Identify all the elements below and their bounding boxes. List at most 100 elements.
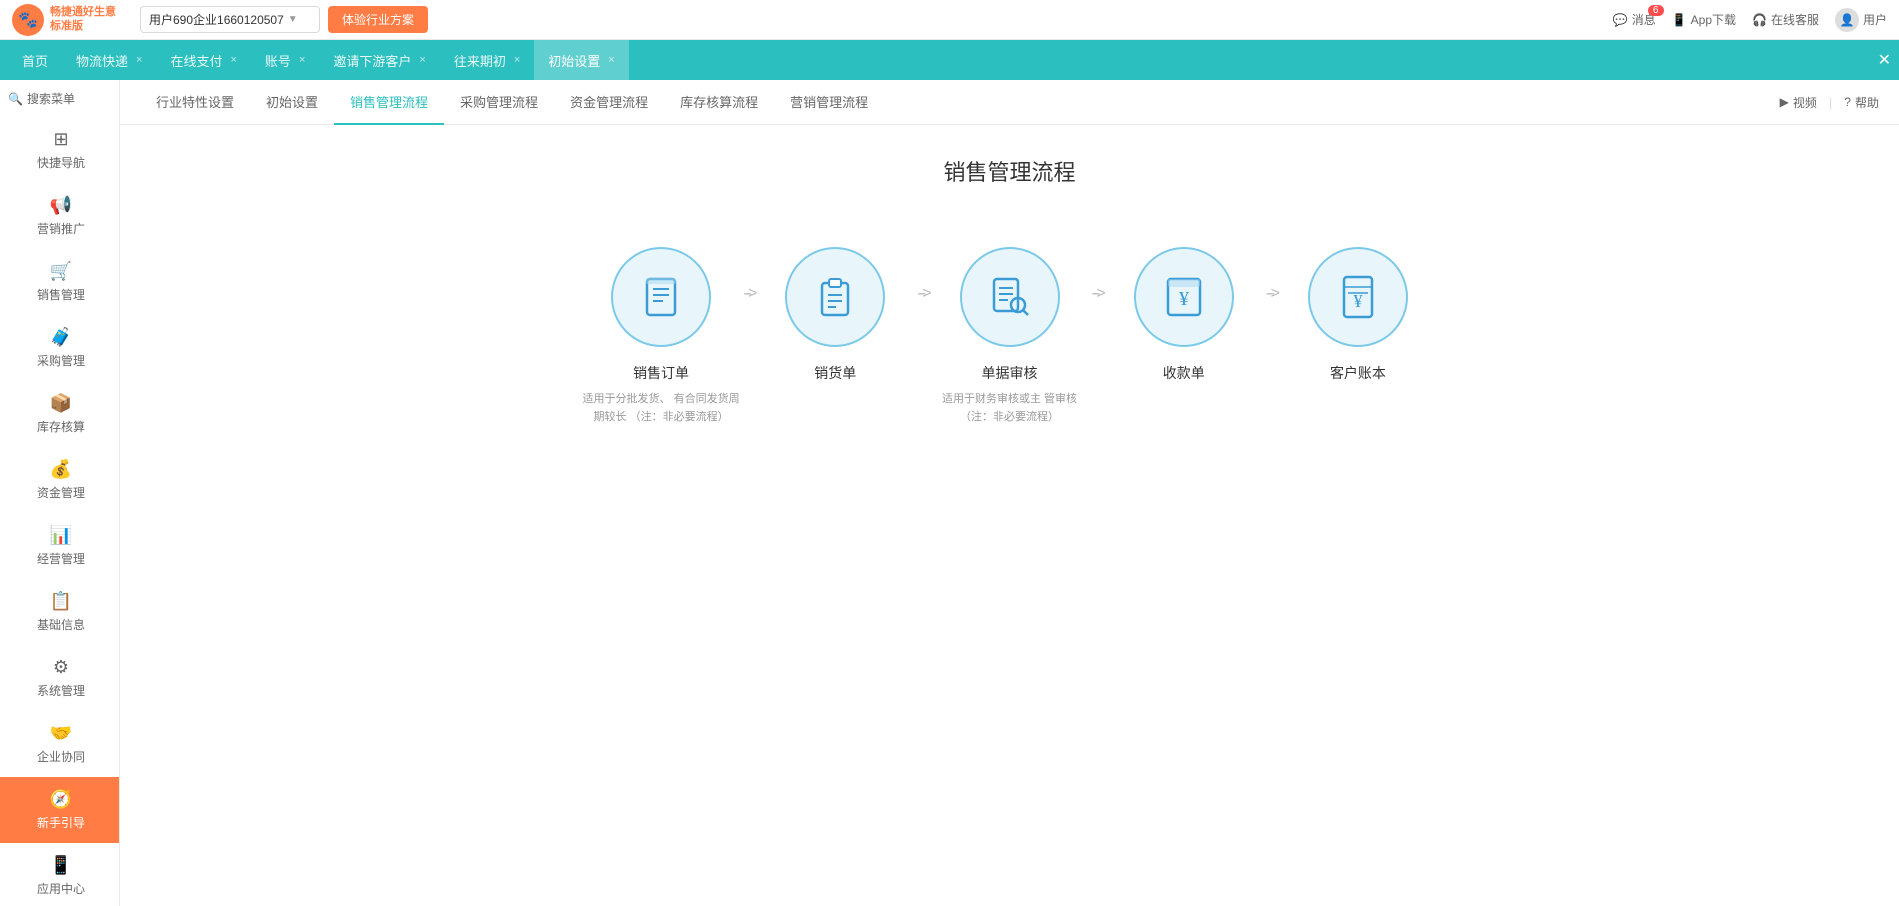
sidebar-icon-new-user-guide: 🧭 (50, 789, 72, 810)
sidebar-item-new-user-guide[interactable]: 🧭 新手引导 (0, 777, 119, 843)
flow-item-customer-account: ¥ 客户账本 (1278, 247, 1438, 391)
close-tab-icon[interactable]: × (419, 54, 425, 66)
user-menu[interactable]: 👤 用户 (1835, 8, 1887, 32)
message-icon: 💬 (1613, 13, 1628, 27)
close-tab-icon[interactable]: × (136, 54, 142, 66)
close-tab-icon[interactable]: × (299, 54, 305, 66)
sidebar-icon-enterprise-collab: 🤝 (50, 723, 72, 744)
sidebar-icon-inventory: 📦 (50, 393, 72, 414)
close-all-tabs-button[interactable]: ✕ (1878, 50, 1891, 70)
help-button[interactable]: ? 帮助 (1844, 94, 1879, 111)
sub-tab-销售管理流程[interactable]: 销售管理流程 (334, 80, 444, 125)
sidebar-label-new-user-guide: 新手引导 (37, 814, 85, 831)
message-button[interactable]: 💬 消息 6 (1613, 11, 1656, 28)
flow-circle-sales-invoice (785, 247, 885, 347)
sidebar-item-operations-mgmt[interactable]: 📊 经营管理 (0, 513, 119, 579)
app-download-button[interactable]: 📱 App下载 (1672, 11, 1736, 28)
sidebar-label-system-mgmt: 系统管理 (37, 682, 85, 699)
avatar: 👤 (1835, 8, 1859, 32)
sidebar-item-finance-mgmt[interactable]: 💰 资金管理 (0, 447, 119, 513)
sidebar-icon-operations-mgmt: 📊 (50, 525, 72, 546)
search-icon: 🔍 (8, 92, 23, 106)
sidebar-item-inventory[interactable]: 📦库存核算 (0, 381, 119, 447)
sub-tab-营销管理流程[interactable]: 营销管理流程 (774, 80, 884, 125)
sidebar-item-enterprise-collab[interactable]: 🤝 企业协同 (0, 711, 119, 777)
logo: 🐾 畅捷通好生意 标准版 (12, 4, 132, 36)
close-tab-icon[interactable]: × (514, 54, 520, 66)
close-tab-icon[interactable]: × (608, 54, 614, 66)
logo-icon: 🐾 (12, 4, 44, 36)
svg-text:¥: ¥ (1353, 291, 1362, 311)
page-title: 销售管理流程 (160, 155, 1859, 187)
search-menu-button[interactable]: 🔍 搜索菜单 (0, 80, 119, 117)
sub-tabs-bar: 行业特性设置初始设置销售管理流程采购管理流程资金管理流程库存核算流程营销管理流程… (120, 80, 1899, 125)
sidebar-icon-sales-mgmt: 🛒 (50, 261, 72, 282)
sidebar-label-operations-mgmt: 经营管理 (37, 550, 85, 567)
flow-item-receipt: ¥ 收款单 (1104, 247, 1264, 391)
sidebar-label-sales-mgmt: 销售管理 (37, 286, 85, 303)
sidebar-label-app-center: 应用中心 (37, 880, 85, 897)
close-tab-icon[interactable]: × (230, 54, 236, 66)
sub-tab-采购管理流程[interactable]: 采购管理流程 (444, 80, 554, 125)
flow-item-sales-order: 销售订单适用于分批发货、 有合同发货周期较长 （注：非必要流程） (581, 247, 741, 426)
sidebar: 🔍 搜索菜单 ⊞快捷导航 📢 营销推广 🛒 销售管理 🧳 采购管理 📦库存核算 💰 资金管理 📊 经营… (0, 80, 120, 906)
content-area: 行业特性设置初始设置销售管理流程采购管理流程资金管理流程库存核算流程营销管理流程… (120, 80, 1899, 906)
sidebar-label-enterprise-collab: 企业协同 (37, 748, 85, 765)
sidebar-icon-marketing-promo: 📢 (50, 195, 72, 216)
sidebar-label-purchase-mgmt: 采购管理 (37, 352, 85, 369)
sidebar-item-app-center[interactable]: 📱 应用中心 (0, 843, 119, 906)
nav-tab-首页[interactable]: 首页 (8, 40, 62, 80)
sidebar-icon-finance-mgmt: 💰 (50, 459, 72, 480)
flow-circle-document-review (960, 247, 1060, 347)
nav-tab-邀请下游客户[interactable]: 邀请下游客户× (319, 40, 439, 80)
sidebar-item-sales-mgmt[interactable]: 🛒 销售管理 (0, 249, 119, 315)
sub-tab-行业特性设置[interactable]: 行业特性设置 (140, 80, 250, 125)
sub-tab-库存核算流程[interactable]: 库存核算流程 (664, 80, 774, 125)
flow-label-document-review: 单据审核 (982, 363, 1038, 383)
flow-circle-receipt: ¥ (1134, 247, 1234, 347)
page-content: 销售管理流程 销售订单适用于分批发货、 有合同发货周期较长 （注：非必要流程） -… (120, 125, 1899, 906)
online-service-button[interactable]: 🎧 在线客服 (1752, 11, 1819, 28)
play-icon: ▶ (1780, 95, 1789, 109)
nav-tab-在线支付[interactable]: 在线支付× (156, 40, 250, 80)
question-icon: ? (1844, 95, 1851, 109)
svg-text:¥: ¥ (1179, 288, 1189, 310)
sidebar-label-finance-mgmt: 资金管理 (37, 484, 85, 501)
flow-item-sales-invoice: 销货单 (755, 247, 915, 391)
flow-circle-customer-account: ¥ (1308, 247, 1408, 347)
sidebar-item-system-mgmt[interactable]: ⚙ 系统管理 (0, 645, 119, 711)
sidebar-label-marketing-promo: 营销推广 (37, 220, 85, 237)
sidebar-item-basic-info[interactable]: 📋 基础信息 (0, 579, 119, 645)
logo-text: 畅捷通好生意 标准版 (50, 6, 116, 32)
chevron-down-icon: ▼ (288, 14, 298, 25)
sidebar-item-purchase-mgmt[interactable]: 🧳 采购管理 (0, 315, 119, 381)
nav-tab-往来期初[interactable]: 往来期初× (440, 40, 534, 80)
flow-label-customer-account: 客户账本 (1330, 363, 1386, 383)
sub-tab-初始设置[interactable]: 初始设置 (250, 80, 334, 125)
flow-arrow-2: - - -> (1092, 247, 1102, 303)
nav-tab-初始设置[interactable]: 初始设置× (534, 40, 628, 80)
flow-item-document-review: 单据审核适用于财务审核或主 管审核 （注：非必要流程） (930, 247, 1090, 426)
sidebar-icon-app-center: 📱 (50, 855, 72, 876)
sidebar-icon-purchase-mgmt: 🧳 (50, 327, 72, 348)
sidebar-item-marketing-promo[interactable]: 📢 营销推广 (0, 183, 119, 249)
user-selector[interactable]: 用户690企业1660120507 ▼ (140, 6, 320, 33)
flow-desc-sales-order: 适用于分批发货、 有合同发货周期较长 （注：非必要流程） (581, 391, 741, 426)
app-icon: 📱 (1672, 13, 1687, 27)
flow-label-sales-invoice: 销货单 (814, 363, 856, 383)
sidebar-label-basic-info: 基础信息 (37, 616, 85, 633)
user-selector-label: 用户690企业1660120507 (149, 11, 284, 28)
sidebar-icon-basic-info: 📋 (50, 591, 72, 612)
sidebar-icon-quick-nav: ⊞ (53, 129, 68, 150)
flow-label-receipt: 收款单 (1163, 363, 1205, 383)
experience-button[interactable]: 体验行业方案 (328, 6, 428, 33)
message-badge: 6 (1648, 5, 1664, 16)
nav-tabs-bar: 首页物流快递×在线支付×账号×邀请下游客户×往来期初×初始设置× ✕ (0, 40, 1899, 80)
sidebar-icon-system-mgmt: ⚙ (53, 657, 69, 678)
headset-icon: 🎧 (1752, 13, 1767, 27)
sidebar-item-quick-nav[interactable]: ⊞快捷导航 (0, 117, 119, 183)
sub-tab-资金管理流程[interactable]: 资金管理流程 (554, 80, 664, 125)
video-help-button[interactable]: ▶ 视频 (1780, 94, 1817, 111)
nav-tab-物流快递[interactable]: 物流快递× (62, 40, 156, 80)
nav-tab-账号[interactable]: 账号× (251, 40, 319, 80)
